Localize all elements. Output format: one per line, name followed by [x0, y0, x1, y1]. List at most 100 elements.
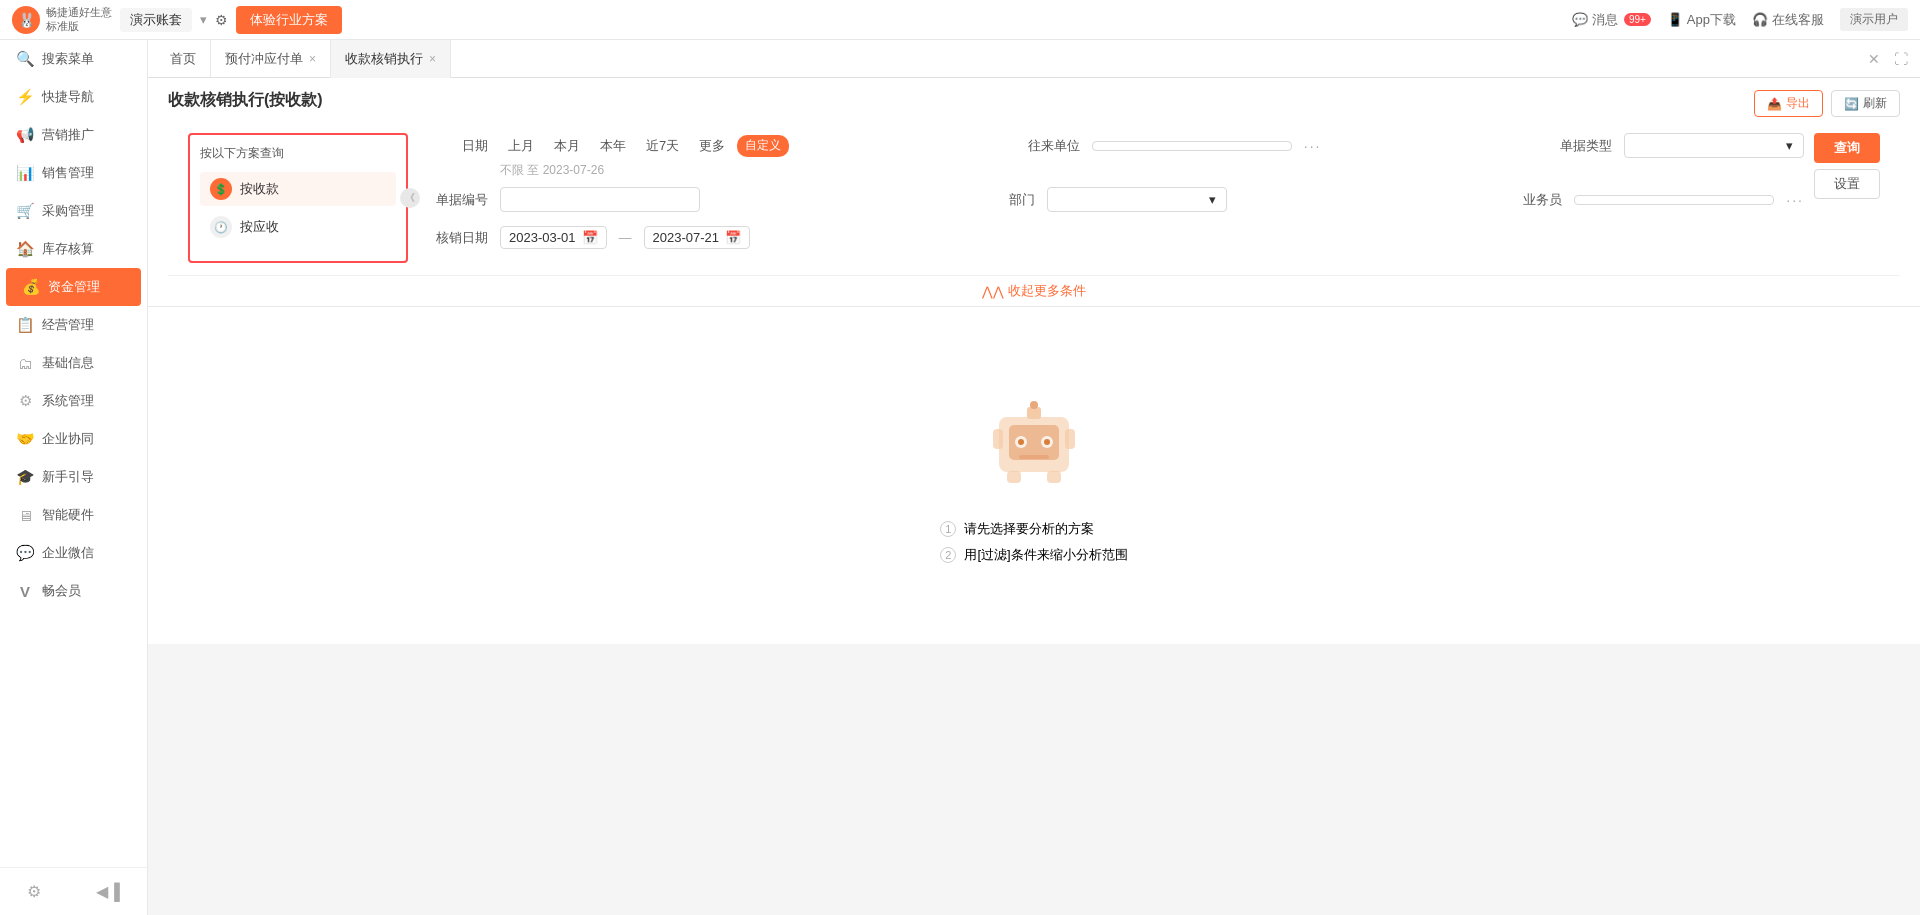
sidebar-item-member[interactable]: V 畅会员	[0, 572, 147, 610]
calendar-start-icon[interactable]: 📅	[582, 230, 598, 245]
filter-collapse-button[interactable]: 《	[400, 188, 420, 208]
sidebar-item-finance[interactable]: 💰 资金管理	[6, 268, 141, 306]
message-badge: 99+	[1624, 13, 1651, 26]
svg-point-8	[1030, 401, 1038, 409]
page-title: 收款核销执行(按收款)	[168, 90, 1900, 111]
billno-input[interactable]	[500, 187, 700, 212]
staff-more-icon[interactable]: ···	[1786, 192, 1804, 208]
quicknav-icon: ⚡	[16, 88, 34, 106]
message-button[interactable]: 💬 消息 99+	[1572, 11, 1651, 29]
tip-num-1: 1	[940, 521, 956, 537]
query-button[interactable]: 查询	[1814, 133, 1880, 163]
date-btn-thisyear[interactable]: 本年	[592, 135, 634, 157]
billtype-select[interactable]: ▾	[1624, 133, 1804, 158]
page-header: 收款核销执行(按收款) 📤 导出 🔄 刷新 按以下方案查询	[148, 78, 1920, 307]
sidebar-item-label: 库存核算	[42, 240, 94, 258]
tab-home[interactable]: 首页	[156, 40, 211, 78]
sidebar-item-inventory[interactable]: 🏠 库存核算	[0, 230, 147, 268]
collapse-more-button[interactable]: ⋀⋀ 收起更多条件	[982, 282, 1086, 300]
logo: 🐰 畅捷通好生意 标准版	[12, 6, 112, 34]
svg-point-4	[1018, 439, 1024, 445]
sales-icon: 📊	[16, 164, 34, 182]
calendar-end-icon[interactable]: 📅	[725, 230, 741, 245]
sidebar-item-purchase[interactable]: 🛒 采购管理	[0, 192, 147, 230]
basicinfo-icon: 🗂	[16, 355, 34, 372]
company-selector[interactable]: 演示账套	[120, 8, 192, 32]
filter-option-label2: 按应收	[240, 218, 279, 236]
tip-num-2: 2	[940, 547, 956, 563]
filter-row-date: 日期 上月 本月 本年 近7天 更多 自定义	[428, 133, 1804, 158]
finance-icon: 💰	[22, 278, 40, 296]
setting-button[interactable]: 设置	[1814, 169, 1880, 199]
filter-row-billno: 单据编号 部门 ▾ 业务员	[428, 187, 1804, 212]
svg-rect-10	[1065, 429, 1075, 449]
tab-close-prepay[interactable]: ×	[309, 52, 316, 66]
date-btn-more[interactable]: 更多	[691, 135, 733, 157]
member-icon: V	[16, 583, 34, 600]
filter-option-by-receivable[interactable]: 🕐 按应收	[200, 210, 396, 244]
purchase-icon: 🛒	[16, 202, 34, 220]
sidebar-item-marketing[interactable]: 📢 营销推广	[0, 116, 147, 154]
search-icon: 🔍	[16, 50, 34, 68]
settings-bottom-icon[interactable]: ⚙	[21, 876, 47, 907]
sidebar-item-operations[interactable]: 📋 经营管理	[0, 306, 147, 344]
refresh-button[interactable]: 🔄 刷新	[1831, 90, 1900, 117]
sidebar-item-quicknav[interactable]: ⚡ 快捷导航	[0, 78, 147, 116]
sidebar-item-label: 企业协同	[42, 430, 94, 448]
sidebar-item-guide[interactable]: 🎓 新手引导	[0, 458, 147, 496]
sidebar-item-basicinfo[interactable]: 🗂 基础信息	[0, 344, 147, 382]
svg-rect-9	[993, 429, 1003, 449]
tab-close-receipt[interactable]: ×	[429, 52, 436, 66]
verify-date-end-input[interactable]: 2023-07-21 📅	[644, 226, 751, 249]
export-button[interactable]: 📤 导出	[1754, 90, 1823, 117]
sidebar-item-hardware[interactable]: 🖥 智能硬件	[0, 496, 147, 534]
expand-tab-icon[interactable]: ⛶	[1890, 47, 1912, 71]
sidebar-item-wechat[interactable]: 💬 企业微信	[0, 534, 147, 572]
date-btn-lastmonth[interactable]: 上月	[500, 135, 542, 157]
app-download-button[interactable]: 📱 App下载	[1667, 11, 1736, 29]
date-range-separator: —	[619, 230, 632, 245]
user-menu[interactable]: 演示用户	[1840, 8, 1908, 31]
settings-icon[interactable]: ⚙	[215, 12, 228, 28]
company-dropdown-icon[interactable]: ▾	[200, 12, 207, 27]
sidebar-item-system[interactable]: ⚙ 系统管理	[0, 382, 147, 420]
svg-rect-12	[1047, 471, 1061, 483]
collapse-up-icon: ⋀⋀	[982, 284, 1004, 299]
main-layout: 🔍 搜索菜单 ⚡ 快捷导航 📢 营销推广 📊 销售管理 🛒 采购管理 🏠 库存核…	[0, 40, 1920, 915]
sidebar-item-search[interactable]: 🔍 搜索菜单	[0, 40, 147, 78]
sidebar-item-label: 智能硬件	[42, 506, 94, 524]
filter-option-by-receipt[interactable]: 💲 按收款	[200, 172, 396, 206]
verifydate-filter-label: 核销日期	[428, 229, 488, 247]
staff-filter-label: 业务员	[1502, 191, 1562, 209]
collab-icon: 🤝	[16, 430, 34, 448]
sidebar-item-label: 营销推广	[42, 126, 94, 144]
sidebar-item-sales[interactable]: 📊 销售管理	[0, 154, 147, 192]
partner-input[interactable]	[1092, 141, 1292, 151]
page-content: 收款核销执行(按收款) 📤 导出 🔄 刷新 按以下方案查询	[148, 78, 1920, 915]
receivable-scheme-icon: 🕐	[210, 216, 232, 238]
date-no-limit: 不限 至 2023-07-26	[500, 162, 1804, 179]
date-btn-7days[interactable]: 近7天	[638, 135, 687, 157]
tab-prepay[interactable]: 预付冲应付单 ×	[211, 40, 331, 78]
online-service-button[interactable]: 🎧 在线客服	[1752, 11, 1824, 29]
dept-select[interactable]: ▾	[1047, 187, 1227, 212]
partner-more-icon[interactable]: ···	[1304, 138, 1322, 154]
sidebar-item-label: 资金管理	[48, 278, 100, 296]
sidebar-item-label: 销售管理	[42, 164, 94, 182]
content-area: 首页 预付冲应付单 × 收款核销执行 × ✕ ⛶ 收款核销执行(按收款) 📤	[148, 40, 1920, 915]
collapse-sidebar-icon[interactable]: ◀▐	[90, 876, 125, 907]
staff-input[interactable]	[1574, 195, 1774, 205]
filter-panel: 按以下方案查询 💲 按收款 🕐 按应收 《	[168, 121, 1900, 275]
tab-receipt[interactable]: 收款核销执行 ×	[331, 40, 451, 78]
verify-date-start-input[interactable]: 2023-03-01 📅	[500, 226, 607, 249]
svg-rect-6	[1019, 455, 1049, 459]
date-btn-custom[interactable]: 自定义	[737, 135, 789, 157]
collapse-more-bar: ⋀⋀ 收起更多条件	[168, 275, 1900, 306]
sidebar-item-collab[interactable]: 🤝 企业协同	[0, 420, 147, 458]
tab-bar-actions: ✕ ⛶	[1864, 47, 1912, 71]
sidebar-item-label: 畅会员	[42, 582, 81, 600]
empty-illustration	[979, 387, 1089, 500]
close-tab-icon[interactable]: ✕	[1864, 47, 1884, 71]
industry-solution-button[interactable]: 体验行业方案	[236, 6, 342, 34]
date-btn-thismonth[interactable]: 本月	[546, 135, 588, 157]
